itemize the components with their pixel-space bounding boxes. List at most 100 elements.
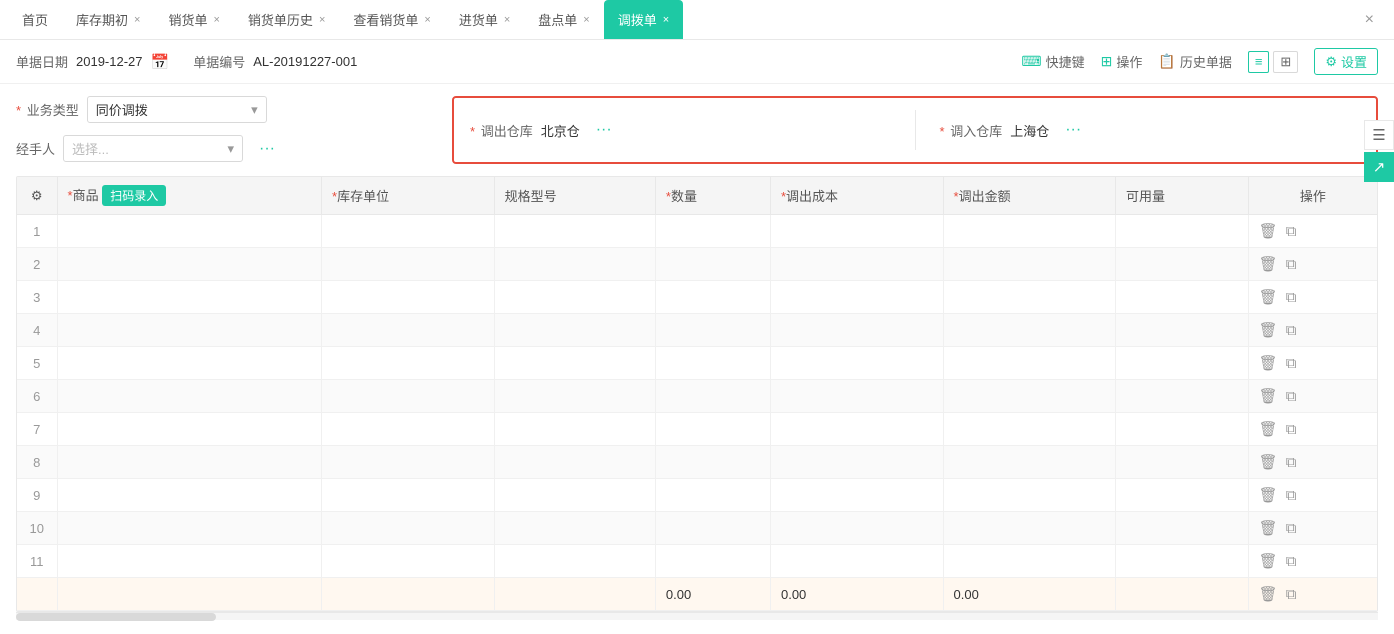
cost-cell[interactable]	[770, 446, 943, 479]
available-cell[interactable]	[1116, 248, 1249, 281]
delete-icon[interactable]: 🗑	[1259, 486, 1278, 504]
delete-icon[interactable]: 🗑	[1259, 453, 1278, 471]
unit-cell[interactable]	[322, 380, 495, 413]
copy-icon[interactable]: ⧉	[1286, 487, 1297, 504]
delete-icon[interactable]: 🗑	[1259, 585, 1278, 603]
tab-home[interactable]: 首页	[8, 0, 62, 39]
amount-cell[interactable]	[943, 314, 1116, 347]
qty-cell[interactable]	[655, 347, 770, 380]
copy-icon[interactable]: ⧉	[1286, 454, 1297, 471]
copy-icon[interactable]: ⧉	[1286, 421, 1297, 438]
copy-icon[interactable]: ⧉	[1286, 553, 1297, 570]
delete-icon[interactable]: 🗑	[1259, 420, 1278, 438]
product-cell[interactable]	[57, 347, 322, 380]
cost-cell[interactable]	[770, 215, 943, 248]
spec-cell[interactable]	[494, 512, 655, 545]
spec-cell[interactable]	[494, 215, 655, 248]
tab-purchase-order[interactable]: 进货单 ×	[445, 0, 524, 39]
cost-cell[interactable]	[770, 248, 943, 281]
tab-inventory-init[interactable]: 库存期初 ×	[62, 0, 154, 39]
shortcut-button[interactable]: ⌨ 快捷键	[1021, 52, 1084, 71]
qty-cell[interactable]	[655, 248, 770, 281]
close-icon[interactable]: ×	[213, 14, 219, 26]
product-cell[interactable]	[57, 413, 322, 446]
qty-cell[interactable]	[655, 545, 770, 578]
cost-cell[interactable]	[770, 314, 943, 347]
cost-cell[interactable]	[770, 545, 943, 578]
product-cell[interactable]	[57, 512, 322, 545]
business-type-select[interactable]: 同价调拨 ▾	[87, 96, 267, 123]
unit-cell[interactable]	[322, 314, 495, 347]
copy-icon[interactable]: ⧉	[1286, 289, 1297, 306]
tab-inventory-count[interactable]: 盘点单 ×	[524, 0, 603, 39]
close-icon[interactable]: ×	[134, 14, 140, 26]
scan-button[interactable]: 扫码录入	[102, 185, 166, 206]
cost-cell[interactable]	[770, 347, 943, 380]
available-cell[interactable]	[1116, 380, 1249, 413]
close-icon[interactable]: ×	[424, 14, 430, 26]
tab-transfer-order[interactable]: 调拨单 ×	[604, 0, 683, 39]
unit-cell[interactable]	[322, 215, 495, 248]
unit-cell[interactable]	[322, 248, 495, 281]
copy-icon[interactable]: ⧉	[1286, 388, 1297, 405]
available-cell[interactable]	[1116, 347, 1249, 380]
grid-view-button[interactable]: ⊞	[1273, 51, 1298, 73]
available-cell[interactable]	[1116, 479, 1249, 512]
qty-cell[interactable]	[655, 314, 770, 347]
transfer-in-more-button[interactable]: ···	[1065, 121, 1081, 139]
qty-cell[interactable]	[655, 512, 770, 545]
amount-cell[interactable]	[943, 446, 1116, 479]
tab-sales-history[interactable]: 销货单历史 ×	[234, 0, 339, 39]
list-view-sidebar-button[interactable]: ☰	[1364, 120, 1394, 150]
handler-select[interactable]: 选择... ▾	[63, 135, 243, 162]
cost-cell[interactable]	[770, 281, 943, 314]
unit-cell[interactable]	[322, 446, 495, 479]
amount-cell[interactable]	[943, 479, 1116, 512]
available-cell[interactable]	[1116, 281, 1249, 314]
amount-cell[interactable]	[943, 248, 1116, 281]
product-cell[interactable]	[57, 479, 322, 512]
available-cell[interactable]	[1116, 446, 1249, 479]
amount-cell[interactable]	[943, 413, 1116, 446]
spec-cell[interactable]	[494, 446, 655, 479]
close-icon[interactable]: ×	[583, 14, 589, 26]
close-window-button[interactable]: ×	[1353, 11, 1386, 29]
close-icon[interactable]: ×	[504, 14, 510, 26]
unit-cell[interactable]	[322, 512, 495, 545]
qty-cell[interactable]	[655, 413, 770, 446]
scroll-bar[interactable]	[16, 613, 216, 621]
delete-icon[interactable]: 🗑	[1259, 354, 1278, 372]
spec-cell[interactable]	[494, 413, 655, 446]
list-view-button[interactable]: ≡	[1248, 51, 1270, 73]
spec-cell[interactable]	[494, 347, 655, 380]
spec-cell[interactable]	[494, 248, 655, 281]
unit-cell[interactable]	[322, 413, 495, 446]
product-cell[interactable]	[57, 314, 322, 347]
spec-cell[interactable]	[494, 314, 655, 347]
cost-cell[interactable]	[770, 512, 943, 545]
product-cell[interactable]	[57, 545, 322, 578]
history-button[interactable]: 📋 历史单据	[1158, 52, 1231, 71]
copy-icon[interactable]: ⧉	[1286, 223, 1297, 240]
amount-cell[interactable]	[943, 380, 1116, 413]
qty-cell[interactable]	[655, 215, 770, 248]
product-cell[interactable]	[57, 380, 322, 413]
delete-icon[interactable]: 🗑	[1259, 321, 1278, 339]
amount-cell[interactable]	[943, 281, 1116, 314]
available-cell[interactable]	[1116, 545, 1249, 578]
amount-cell[interactable]	[943, 347, 1116, 380]
settings-button[interactable]: ⚙ 设置	[1314, 48, 1378, 75]
delete-icon[interactable]: 🗑	[1259, 222, 1278, 240]
cost-cell[interactable]	[770, 380, 943, 413]
more-button[interactable]: ···	[259, 140, 275, 158]
copy-icon[interactable]: ⧉	[1286, 322, 1297, 339]
close-icon[interactable]: ×	[663, 14, 669, 26]
delete-icon[interactable]: 🗑	[1259, 387, 1278, 405]
copy-icon[interactable]: ⧉	[1286, 520, 1297, 537]
operation-button[interactable]: ⊞ 操作	[1101, 52, 1143, 71]
delete-icon[interactable]: 🗑	[1259, 288, 1278, 306]
qty-cell[interactable]	[655, 446, 770, 479]
qty-cell[interactable]	[655, 380, 770, 413]
product-cell[interactable]	[57, 248, 322, 281]
tab-view-sales[interactable]: 查看销货单 ×	[339, 0, 444, 39]
